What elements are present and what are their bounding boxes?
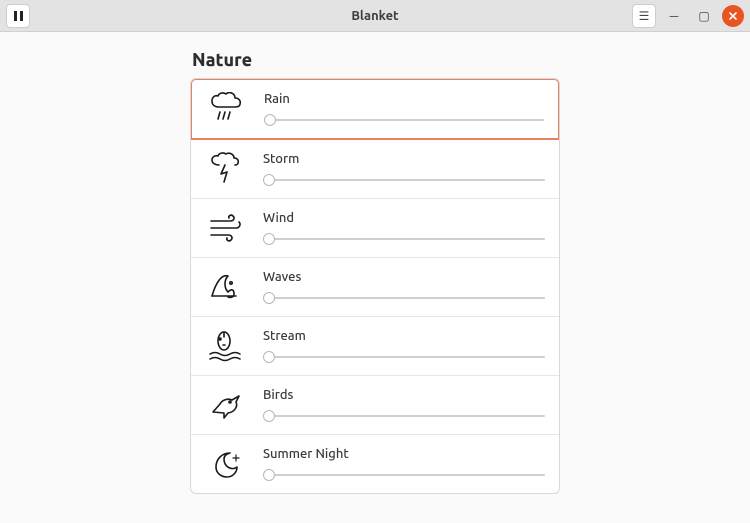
slider-thumb[interactable]	[263, 351, 275, 363]
pause-icon	[14, 11, 23, 21]
maximize-icon: ▢	[698, 9, 709, 23]
volume-slider[interactable]	[263, 351, 545, 363]
slider-track	[263, 238, 545, 240]
sound-label: Stream	[263, 329, 545, 343]
sound-row-stream[interactable]: Stream	[191, 317, 559, 376]
slider-thumb[interactable]	[264, 114, 276, 126]
sound-row-wind[interactable]: Wind	[191, 199, 559, 258]
slider-track	[263, 297, 545, 299]
maximize-button[interactable]: ▢	[692, 4, 716, 28]
volume-slider[interactable]	[263, 292, 545, 304]
sound-label: Waves	[263, 270, 545, 284]
titlebar: Blanket ☰ ─ ▢	[0, 0, 750, 32]
rain-icon	[206, 90, 248, 128]
minimize-icon: ─	[670, 9, 679, 23]
close-icon	[728, 11, 738, 21]
storm-icon	[205, 150, 247, 188]
sound-row-birds[interactable]: Birds	[191, 376, 559, 435]
hamburger-menu-button[interactable]: ☰	[632, 4, 656, 28]
birds-icon	[205, 386, 247, 424]
sound-row-rain[interactable]: Rain	[190, 78, 560, 140]
slider-thumb[interactable]	[263, 469, 275, 481]
sound-row-storm[interactable]: Storm	[191, 140, 559, 199]
slider-thumb[interactable]	[263, 410, 275, 422]
hamburger-icon: ☰	[639, 9, 650, 23]
pause-button[interactable]	[6, 4, 30, 28]
slider-thumb[interactable]	[263, 292, 275, 304]
close-button[interactable]	[722, 5, 744, 27]
volume-slider[interactable]	[263, 410, 545, 422]
slider-track	[263, 474, 545, 476]
sound-row-summer-night[interactable]: Summer Night	[191, 435, 559, 493]
sound-label: Storm	[263, 152, 545, 166]
sound-label: Rain	[264, 92, 544, 106]
waves-icon	[205, 268, 247, 306]
main-content: Nature Rain	[190, 50, 560, 494]
category-heading: Nature	[190, 50, 560, 70]
volume-slider[interactable]	[263, 469, 545, 481]
slider-thumb[interactable]	[263, 174, 275, 186]
sound-label: Birds	[263, 388, 545, 402]
sound-list: Rain Storm	[190, 78, 560, 494]
sound-label: Summer Night	[263, 447, 545, 461]
slider-track	[263, 356, 545, 358]
volume-slider[interactable]	[263, 174, 545, 186]
summer-night-icon	[205, 445, 247, 483]
sound-label: Wind	[263, 211, 545, 225]
stream-icon	[205, 327, 247, 365]
volume-slider[interactable]	[263, 233, 545, 245]
slider-track	[264, 119, 544, 121]
sound-row-waves[interactable]: Waves	[191, 258, 559, 317]
slider-thumb[interactable]	[263, 233, 275, 245]
slider-track	[263, 179, 545, 181]
slider-track	[263, 415, 545, 417]
minimize-button[interactable]: ─	[662, 4, 686, 28]
wind-icon	[205, 209, 247, 247]
volume-slider[interactable]	[264, 114, 544, 126]
